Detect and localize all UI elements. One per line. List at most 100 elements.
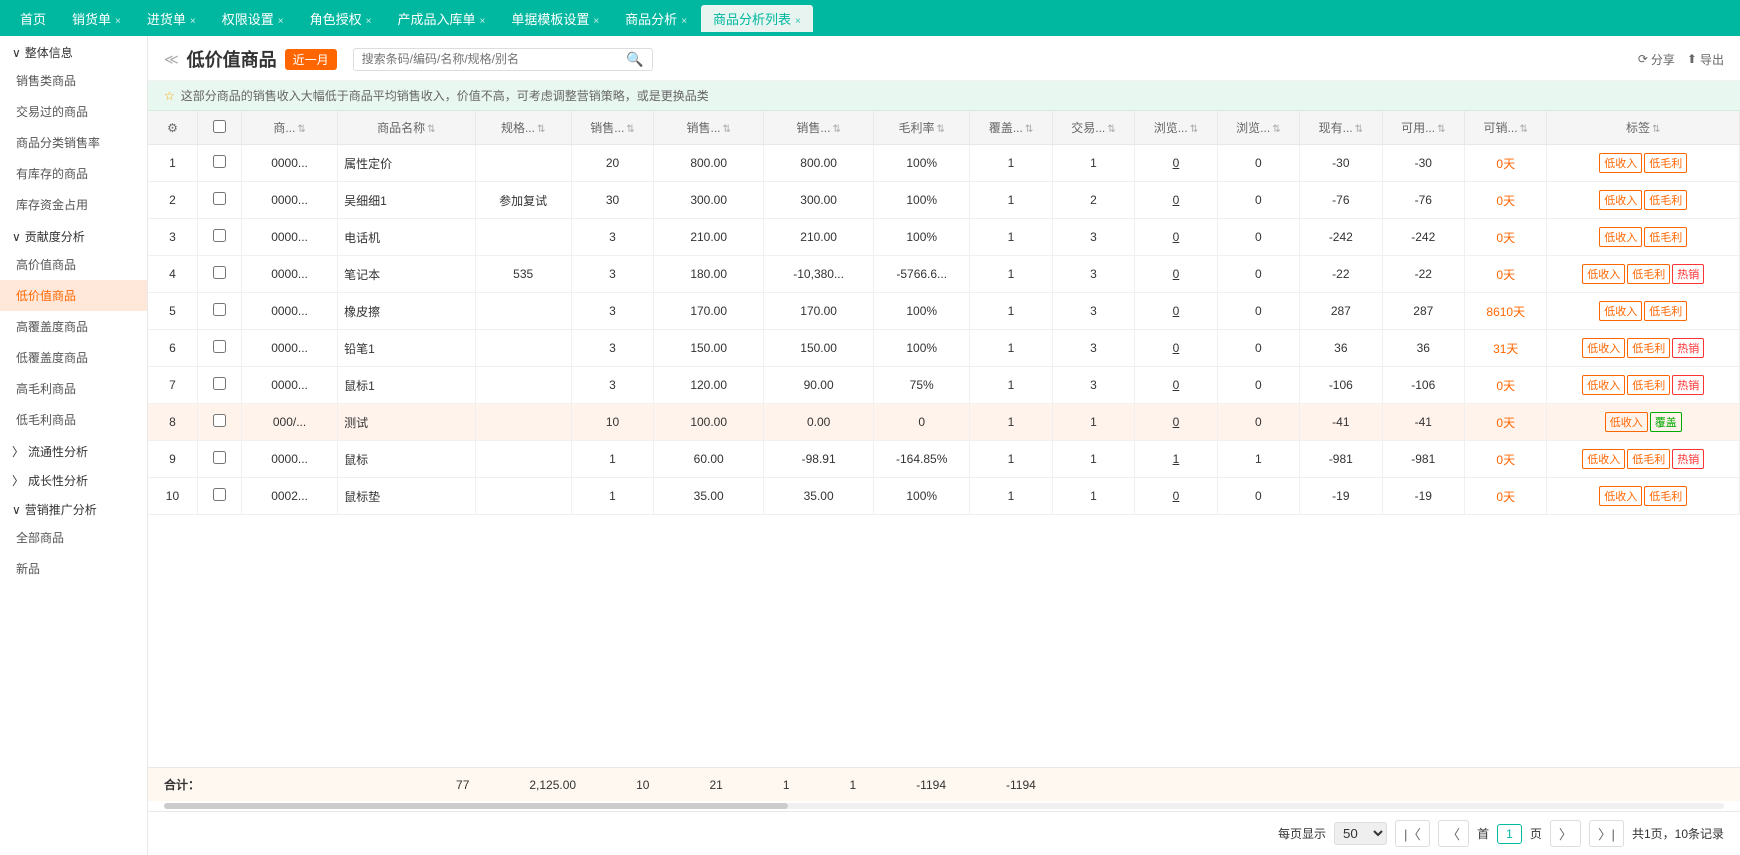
row-browse1[interactable]: 0 (1135, 367, 1217, 404)
scrollbar-thumb[interactable] (164, 803, 788, 809)
row-select-checkbox[interactable] (213, 451, 226, 464)
row-select-checkbox[interactable] (213, 303, 226, 316)
nav-purchase-order[interactable]: 进货单× (135, 5, 208, 32)
sidebar-item-high-coverage[interactable]: 高覆盖度商品 (0, 311, 147, 342)
next-page-btn[interactable]: 〉 (1550, 820, 1581, 847)
row-name[interactable]: 属性定价 (338, 145, 475, 182)
tag[interactable]: 低收入 (1582, 338, 1625, 358)
row-select-checkbox[interactable] (213, 488, 226, 501)
row-checkbox[interactable] (197, 219, 241, 256)
tag[interactable]: 低毛利 (1644, 486, 1687, 506)
row-select-checkbox[interactable] (213, 340, 226, 353)
sidebar-item-stock-products[interactable]: 有库存的商品 (0, 158, 147, 189)
tag[interactable]: 低收入 (1582, 375, 1625, 395)
tag[interactable]: 低毛利 (1627, 264, 1670, 284)
tag[interactable]: 低毛利 (1644, 153, 1687, 173)
tag[interactable]: 低毛利 (1644, 190, 1687, 210)
select-all-checkbox[interactable] (213, 120, 226, 133)
sidebar-item-low-coverage[interactable]: 低覆盖度商品 (0, 342, 147, 373)
sidebar-group-overview[interactable]: ∨ 整体信息 (0, 36, 147, 65)
row-name[interactable]: 笔记本 (338, 256, 475, 293)
sidebar-group-marketing[interactable]: ∨ 营销推广分析 (0, 493, 147, 522)
sidebar-group-growth[interactable]: 〉 成长性分析 (0, 464, 147, 493)
search-icon[interactable]: 🔍 (626, 51, 643, 68)
prev-page-btn[interactable]: 〈 (1438, 820, 1469, 847)
search-input[interactable] (362, 52, 627, 66)
share-button[interactable]: ⟳ 分享 (1638, 51, 1675, 68)
row-browse1[interactable]: 0 (1135, 293, 1217, 330)
browse1-link[interactable]: 0 (1173, 415, 1180, 429)
trade-column-header[interactable]: 交易...⇅ (1052, 111, 1134, 145)
row-name[interactable]: 电话机 (338, 219, 475, 256)
sidebar-item-category-sales-rate[interactable]: 商品分类销售率 (0, 127, 147, 158)
tag[interactable]: 低收入 (1582, 264, 1625, 284)
nav-role-auth[interactable]: 角色授权× (298, 5, 384, 32)
avail-column-header[interactable]: 可用...⇅ (1382, 111, 1464, 145)
sidebar-item-sales-products[interactable]: 销售类商品 (0, 65, 147, 96)
tag[interactable]: 热销 (1672, 449, 1704, 469)
row-select-checkbox[interactable] (213, 192, 226, 205)
sales2-column-header[interactable]: 销售...⇅ (654, 111, 764, 145)
first-page-btn[interactable]: |〈 (1395, 820, 1430, 847)
browse1-column-header[interactable]: 浏览...⇅ (1135, 111, 1217, 145)
tag[interactable]: 热销 (1672, 264, 1704, 284)
tag[interactable]: 低毛利 (1627, 449, 1670, 469)
sidebar-item-traded-products[interactable]: 交易过的商品 (0, 96, 147, 127)
gross-column-header[interactable]: 毛利率⇅ (874, 111, 970, 145)
row-checkbox[interactable] (197, 330, 241, 367)
last-page-btn[interactable]: 〉| (1589, 820, 1624, 847)
browse2-column-header[interactable]: 浏览...⇅ (1217, 111, 1299, 145)
sidebar-item-low-margin[interactable]: 低毛利商品 (0, 404, 147, 435)
row-checkbox[interactable] (197, 367, 241, 404)
browse1-link[interactable]: 0 (1173, 267, 1180, 281)
row-checkbox[interactable] (197, 256, 241, 293)
tag[interactable]: 低毛利 (1644, 301, 1687, 321)
browse1-link[interactable]: 0 (1173, 193, 1180, 207)
row-browse1[interactable]: 0 (1135, 330, 1217, 367)
tag[interactable]: 热销 (1672, 375, 1704, 395)
row-name[interactable]: 铅笔1 (338, 330, 475, 367)
sidebar-group-contribution[interactable]: ∨ 贡献度分析 (0, 220, 147, 249)
row-checkbox[interactable] (197, 182, 241, 219)
nav-home[interactable]: 首页 (8, 5, 58, 32)
row-checkbox[interactable] (197, 441, 241, 478)
browse1-link[interactable]: 0 (1173, 341, 1180, 355)
tag[interactable]: 覆盖 (1650, 412, 1682, 432)
time-filter-btn[interactable]: 近一月 (285, 49, 337, 70)
row-browse1[interactable]: 0 (1135, 145, 1217, 182)
row-select-checkbox[interactable] (213, 229, 226, 242)
browse1-link[interactable]: 0 (1173, 156, 1180, 170)
nav-product-inbound[interactable]: 产成品入库单× (385, 5, 497, 32)
row-name[interactable]: 吴细细1 (338, 182, 475, 219)
sidebar-collapse-btn[interactable]: ≪ (164, 51, 179, 68)
nav-permission-settings[interactable]: 权限设置× (210, 5, 296, 32)
row-checkbox[interactable] (197, 404, 241, 441)
settings-column-header[interactable]: ⚙ (148, 111, 197, 145)
tag[interactable]: 低收入 (1582, 449, 1625, 469)
code-column-header[interactable]: 商...⇅ (241, 111, 337, 145)
nav-product-analysis-list[interactable]: 商品分析列表× (701, 5, 813, 32)
tag[interactable]: 低收入 (1599, 486, 1642, 506)
sidebar-group-liquidity[interactable]: 〉 流通性分析 (0, 435, 147, 464)
nav-product-analysis[interactable]: 商品分析× (613, 5, 699, 32)
sidebar-item-stock-capital[interactable]: 库存资金占用 (0, 189, 147, 220)
cover-column-header[interactable]: 覆盖...⇅ (970, 111, 1052, 145)
checkbox-column-header[interactable] (197, 111, 241, 145)
sellable-column-header[interactable]: 可销...⇅ (1465, 111, 1547, 145)
tag[interactable]: 低毛利 (1627, 375, 1670, 395)
browse1-link[interactable]: 0 (1173, 230, 1180, 244)
row-browse1[interactable]: 0 (1135, 478, 1217, 515)
row-name[interactable]: 橡皮擦 (338, 293, 475, 330)
row-select-checkbox[interactable] (213, 155, 226, 168)
sidebar-item-high-margin[interactable]: 高毛利商品 (0, 373, 147, 404)
spec-column-header[interactable]: 规格...⇅ (475, 111, 571, 145)
nav-sales-order[interactable]: 销货单× (60, 5, 133, 32)
nav-template-settings[interactable]: 单据模板设置× (499, 5, 611, 32)
current-column-header[interactable]: 现有...⇅ (1300, 111, 1382, 145)
row-checkbox[interactable] (197, 478, 241, 515)
sales3-column-header[interactable]: 销售...⇅ (764, 111, 874, 145)
tag[interactable]: 低收入 (1599, 153, 1642, 173)
browse1-link[interactable]: 0 (1173, 378, 1180, 392)
row-name[interactable]: 测试 (338, 404, 475, 441)
sidebar-item-all-products[interactable]: 全部商品 (0, 522, 147, 553)
